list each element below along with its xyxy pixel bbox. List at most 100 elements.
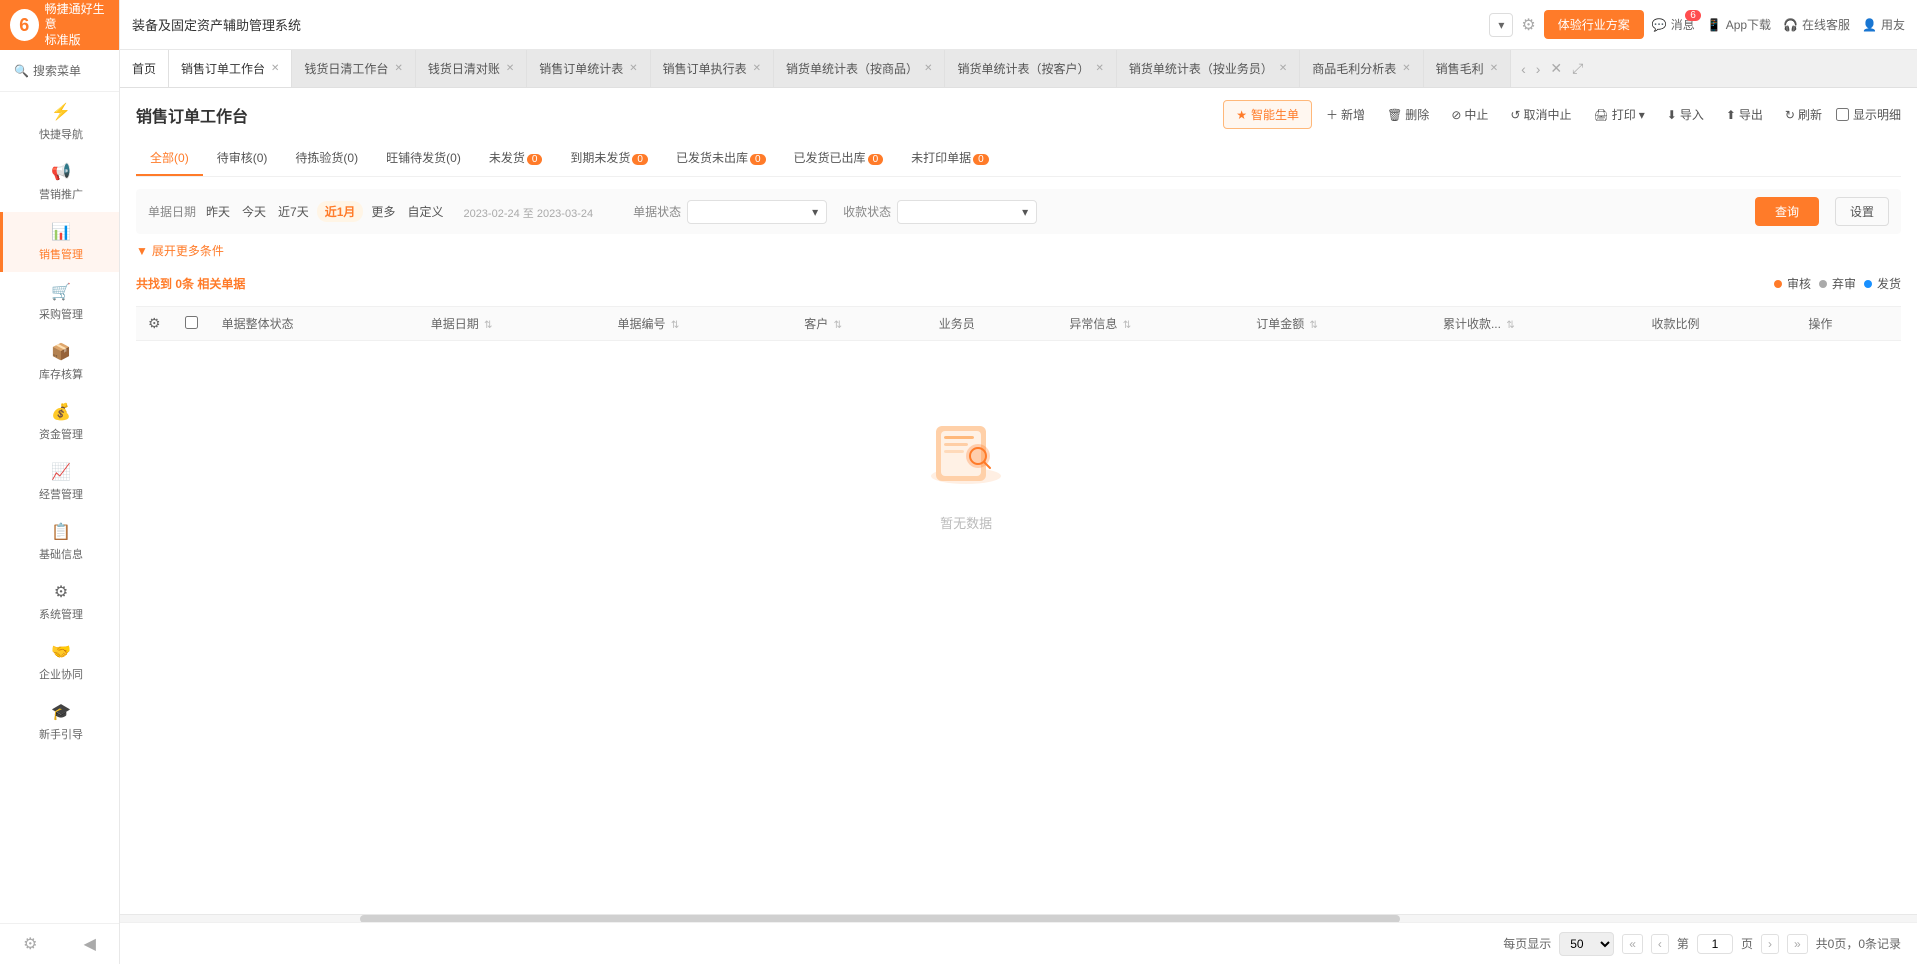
sidebar-item-guide[interactable]: 🎓 新手引导	[0, 692, 119, 752]
tab-close-sales-exec[interactable]: ✕	[753, 63, 761, 74]
sidebar-item-operations[interactable]: 📈 经营管理	[0, 452, 119, 512]
tab-close-all[interactable]: ✕	[1546, 58, 1566, 79]
user-button[interactable]: 👤 用友	[1862, 16, 1905, 33]
sort-date-icon[interactable]: ⇅	[484, 320, 492, 331]
message-button[interactable]: 💬 消息 6	[1652, 16, 1695, 33]
date-opt-yesterday[interactable]: 昨天	[202, 201, 234, 222]
sidebar-item-marketing[interactable]: 📢 营销推广	[0, 152, 119, 212]
tab-nav-prev[interactable]: ‹	[1517, 59, 1530, 79]
tab-sales-stats-product[interactable]: 销货单统计表（按商品） ✕	[774, 50, 945, 88]
sidebar-item-collab[interactable]: 🤝 企业协同	[0, 632, 119, 692]
ship-button[interactable]: 发货	[1864, 275, 1901, 292]
table-settings-col[interactable]: ⚙	[136, 307, 173, 341]
filter-tab-all[interactable]: 全部(0)	[136, 141, 203, 176]
filter-tab-shipped-out[interactable]: 已发货已出库0	[780, 141, 898, 176]
sidebar-item-basic[interactable]: 📋 基础信息	[0, 512, 119, 572]
col-amount[interactable]: 订单金额 ⇅	[1244, 307, 1431, 341]
date-opt-7days[interactable]: 近7天	[274, 201, 313, 222]
tab-close-sales-stats[interactable]: ✕	[629, 63, 637, 74]
scrollbar-thumb[interactable]	[360, 915, 1400, 922]
sidebar-item-sales[interactable]: 📊 销售管理	[0, 212, 119, 272]
payment-select[interactable]: ▾	[897, 200, 1037, 224]
date-opt-custom[interactable]: 自定义	[403, 201, 447, 222]
date-opt-today[interactable]: 今天	[238, 201, 270, 222]
col-date[interactable]: 单据日期 ⇅	[419, 307, 606, 341]
tab-close-sales-order[interactable]: ✕	[271, 63, 279, 74]
cancel-review-button[interactable]: 弃审	[1819, 275, 1856, 292]
filter-tab-not-printed[interactable]: 未打印单据0	[897, 141, 1003, 176]
first-page-button[interactable]: «	[1622, 934, 1643, 954]
tab-cash-daily[interactable]: 钱货日清工作台 ✕	[292, 50, 415, 88]
tab-home[interactable]: 首页	[120, 50, 169, 88]
col-collected[interactable]: 累计收款... ⇅	[1431, 307, 1640, 341]
date-opt-more[interactable]: 更多	[367, 201, 399, 222]
table-checkbox-col[interactable]	[173, 307, 210, 341]
select-all-checkbox[interactable]	[185, 316, 198, 329]
filter-tab-pending-review[interactable]: 待审核(0)	[203, 141, 282, 176]
collapse-button[interactable]: ◀	[74, 924, 106, 964]
sidebar-item-finance[interactable]: 💰 资金管理	[0, 392, 119, 452]
tab-close-more[interactable]: ✕	[1490, 63, 1498, 74]
sort-number-icon[interactable]: ⇅	[671, 320, 679, 331]
show-detail-checkbox[interactable]: 显示明细	[1836, 106, 1901, 123]
settings-button[interactable]: ⚙	[13, 924, 47, 964]
tab-close-margin[interactable]: ✕	[1402, 63, 1410, 74]
tab-close-product-stats[interactable]: ✕	[924, 63, 932, 74]
tab-maximize[interactable]: ⤢	[1568, 58, 1587, 79]
sort-collected-icon[interactable]: ⇅	[1506, 320, 1514, 331]
tab-sales-order-stats[interactable]: 销售订单统计表 ✕	[527, 50, 650, 88]
tab-sales-stats-customer[interactable]: 销货单统计表（按客户） ✕	[945, 50, 1116, 88]
tab-close-cash-daily[interactable]: ✕	[394, 63, 402, 74]
prev-page-button[interactable]: ‹	[1651, 934, 1669, 954]
search-menu-button[interactable]: 🔍 搜索菜单	[8, 58, 111, 83]
sidebar-item-purchase[interactable]: 🛒 采购管理	[0, 272, 119, 332]
tab-sales-stats-staff[interactable]: 销货单统计表（按业务员） ✕	[1117, 50, 1300, 88]
cancel-suspend-button[interactable]: ↺ 取消中止	[1502, 102, 1579, 127]
export-button[interactable]: ⬆ 导出	[1718, 102, 1771, 127]
filter-tab-shipped-not-out[interactable]: 已发货未出库0	[662, 141, 780, 176]
delete-button[interactable]: 🗑 删除	[1379, 102, 1437, 127]
tab-cash-reconcile[interactable]: 钱货日清对账 ✕	[416, 50, 527, 88]
last-page-button[interactable]: »	[1787, 934, 1808, 954]
sort-customer-icon[interactable]: ⇅	[834, 320, 842, 331]
app-download-button[interactable]: 📱 App下载	[1707, 16, 1771, 33]
smart-create-button[interactable]: ★ 智能生单	[1223, 100, 1312, 129]
tab-close-customer-stats[interactable]: ✕	[1095, 63, 1103, 74]
expand-more-button[interactable]: ▼ 展开更多条件	[136, 242, 1901, 259]
refresh-button[interactable]: ↻ 刷新	[1777, 102, 1830, 127]
query-button[interactable]: 查询	[1755, 197, 1819, 226]
tab-close-staff-stats[interactable]: ✕	[1279, 63, 1287, 74]
service-button[interactable]: 🎧 在线客服	[1783, 16, 1850, 33]
page-number-input[interactable]	[1697, 934, 1733, 954]
tab-nav-next[interactable]: ›	[1532, 59, 1545, 79]
sort-amount-icon[interactable]: ⇅	[1310, 320, 1318, 331]
next-page-button[interactable]: ›	[1761, 934, 1779, 954]
add-button[interactable]: ＋ 新增	[1318, 102, 1373, 127]
filter-tab-not-shipped[interactable]: 未发货0	[475, 141, 557, 176]
suspend-button[interactable]: ⊘ 中止	[1443, 102, 1496, 127]
trial-btn[interactable]: 体验行业方案	[1544, 10, 1644, 39]
sidebar-item-system[interactable]: ⚙ 系统管理	[0, 572, 119, 632]
filter-tab-overdue[interactable]: 到期未发货0	[556, 141, 662, 176]
topbar-settings-icon[interactable]: ⚙	[1521, 15, 1535, 35]
date-opt-1month[interactable]: 近1月	[317, 201, 364, 222]
page-size-select[interactable]: 10 20 50 100	[1559, 932, 1614, 956]
sort-abnormal-icon[interactable]: ⇅	[1123, 320, 1131, 331]
print-button[interactable]: 🖨 打印 ▾	[1585, 102, 1652, 127]
review-button[interactable]: 审核	[1774, 275, 1811, 292]
filter-tab-pending-check[interactable]: 待拣验货(0)	[281, 141, 372, 176]
sidebar-item-inventory[interactable]: 📦 库存核算	[0, 332, 119, 392]
tab-sales-order-workbench[interactable]: 销售订单工作台 ✕	[169, 50, 292, 88]
system-dropdown-button[interactable]: ▾	[1489, 13, 1513, 37]
horizontal-scrollbar[interactable]	[120, 914, 1917, 922]
tab-close-cash-reconcile[interactable]: ✕	[506, 63, 514, 74]
tab-sales-more[interactable]: 销售毛利 ✕	[1424, 50, 1511, 88]
import-button[interactable]: ⬇ 导入	[1659, 102, 1712, 127]
settings-filter-button[interactable]: 设置	[1835, 197, 1889, 226]
sidebar-item-quick-nav[interactable]: ⚡ 快捷导航	[0, 92, 119, 152]
tab-sales-order-exec[interactable]: 销售订单执行表 ✕	[651, 50, 774, 88]
col-number[interactable]: 单据编号 ⇅	[605, 307, 792, 341]
col-customer[interactable]: 客户 ⇅	[792, 307, 926, 341]
show-detail-input[interactable]	[1836, 108, 1849, 121]
status-select[interactable]: ▾	[687, 200, 827, 224]
